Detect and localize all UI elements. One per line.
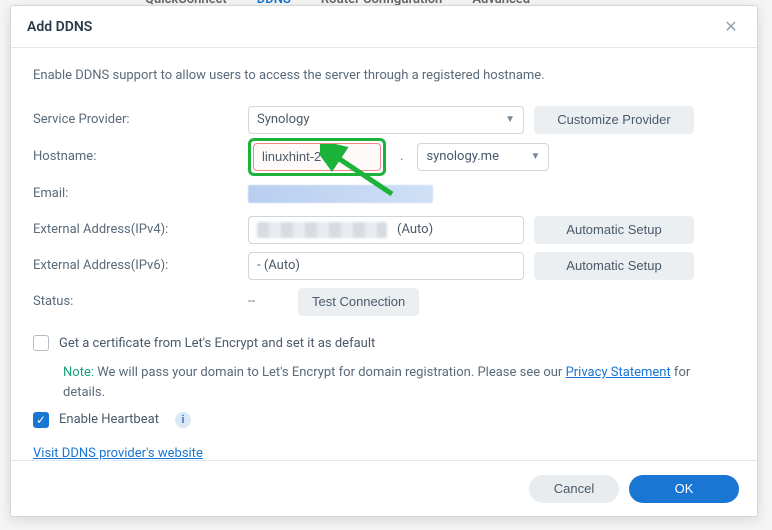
ipv6-automatic-setup-button[interactable]: Automatic Setup (534, 252, 694, 280)
label-email: Email: (33, 184, 238, 204)
email-value-redacted (248, 185, 433, 203)
letsencrypt-checkbox[interactable] (33, 335, 49, 351)
hostname-dot: . (396, 147, 407, 167)
label-ipv6: External Address(IPv6): (33, 256, 238, 276)
add-ddns-modal: Add DDNS ✕ Enable DDNS support to allow … (10, 5, 758, 517)
privacy-statement-link[interactable]: Privacy Statement (566, 365, 671, 380)
visit-provider-link[interactable]: Visit DDNS provider's website (33, 444, 203, 461)
label-status: Status: (33, 292, 238, 312)
row-heartbeat: Enable Heartbeat i (33, 410, 735, 430)
domain-value: synology.me (426, 147, 499, 167)
ok-button[interactable]: OK (629, 475, 739, 503)
close-icon[interactable]: ✕ (721, 17, 741, 37)
chevron-down-icon: ▼ (505, 112, 515, 127)
ipv6-input[interactable]: - (Auto) (248, 252, 524, 280)
domain-select[interactable]: synology.me ▼ (417, 143, 549, 171)
modal-title: Add DDNS (27, 19, 92, 35)
chevron-down-icon: ▼ (531, 149, 541, 164)
heartbeat-checkbox[interactable] (33, 412, 49, 428)
modal-header: Add DDNS ✕ (11, 6, 757, 48)
row-ipv4: External Address(IPv4): (Auto) Automatic… (33, 212, 735, 248)
info-icon[interactable]: i (175, 412, 191, 428)
intro-text: Enable DDNS support to allow users to ac… (33, 66, 735, 86)
label-service-provider: Service Provider: (33, 110, 238, 130)
cancel-button[interactable]: Cancel (529, 475, 619, 503)
ipv6-value: - (Auto) (257, 256, 300, 276)
letsencrypt-label: Get a certificate from Let's Encrypt and… (59, 334, 375, 354)
ipv4-value-redacted (257, 222, 387, 238)
ipv4-auto-text: (Auto) (397, 220, 433, 240)
note-text-1: We will pass your domain to Let's Encryp… (94, 365, 566, 380)
row-status: Status: -- Test Connection (33, 284, 735, 320)
heartbeat-label: Enable Heartbeat (59, 410, 159, 430)
label-hostname: Hostname: (33, 147, 238, 167)
service-provider-select[interactable]: Synology ▼ (248, 106, 524, 134)
test-connection-button[interactable]: Test Connection (298, 288, 419, 316)
hostname-input[interactable] (253, 143, 381, 171)
hostname-highlight (248, 138, 386, 176)
ipv4-automatic-setup-button[interactable]: Automatic Setup (534, 216, 694, 244)
modal-footer: Cancel OK (11, 460, 757, 516)
row-letsencrypt: Get a certificate from Let's Encrypt and… (33, 334, 735, 354)
customize-provider-button[interactable]: Customize Provider (534, 106, 694, 134)
note-label: Note: (63, 365, 94, 380)
status-value: -- (248, 292, 288, 312)
label-ipv4: External Address(IPv4): (33, 220, 238, 240)
letsencrypt-note: Note: We will pass your domain to Let's … (63, 363, 735, 402)
row-ipv6: External Address(IPv6): - (Auto) Automat… (33, 248, 735, 284)
service-provider-value: Synology (257, 110, 310, 130)
row-hostname: Hostname: . synology.me ▼ (33, 138, 735, 176)
row-email: Email: (33, 176, 735, 212)
modal-body: Enable DDNS support to allow users to ac… (11, 48, 757, 460)
row-service-provider: Service Provider: Synology ▼ Customize P… (33, 102, 735, 138)
ipv4-input[interactable]: (Auto) (248, 216, 524, 244)
